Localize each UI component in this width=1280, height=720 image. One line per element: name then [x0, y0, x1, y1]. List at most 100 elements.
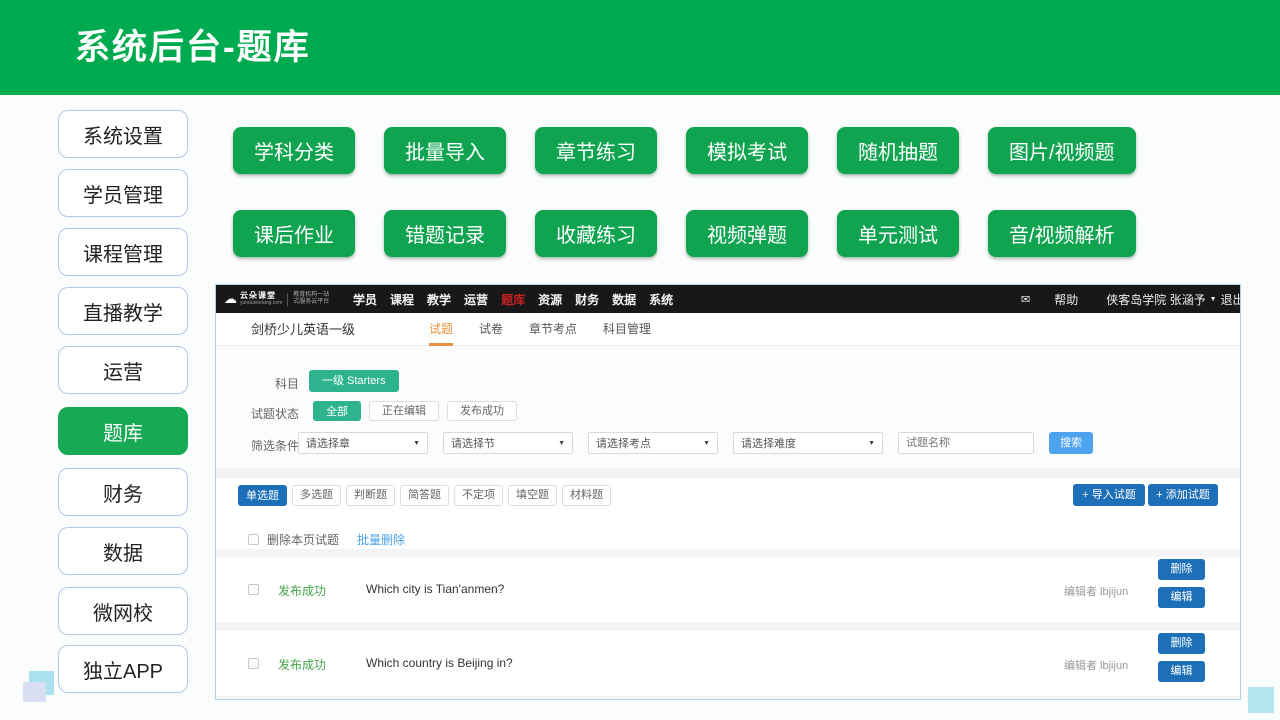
- app-subnav: 剑桥少儿英语一级 试题 试卷 章节考点 科目管理: [216, 313, 1240, 346]
- import-questions-button[interactable]: + 导入试题: [1073, 484, 1145, 506]
- feature-audio-video-analysis[interactable]: 音/视频解析: [988, 210, 1136, 257]
- editor-label: 编辑者 lbjijun: [1064, 583, 1128, 599]
- select-all-checkbox[interactable]: [248, 534, 259, 545]
- question-row: 发布成功 Which country is Beijing in? 编辑者 lb…: [216, 631, 1240, 696]
- tab-chapter-points[interactable]: 章节考点: [529, 313, 577, 346]
- app-logo[interactable]: ☁ 云朵课堂 yunduoketang.com 教育机构一站 式服务云平台: [224, 291, 329, 307]
- feature-batch-import[interactable]: 批量导入: [384, 127, 506, 174]
- subject-label: 科目: [229, 375, 299, 392]
- sidebar-item-student-management[interactable]: 学员管理: [58, 169, 188, 217]
- select-caret-icon: ▼: [868, 440, 875, 447]
- qtab-single-choice[interactable]: 单选题: [238, 485, 287, 506]
- delete-page-label: 删除本页试题: [267, 531, 339, 548]
- qtab-fill-blank[interactable]: 填空题: [508, 485, 557, 506]
- section-select[interactable]: 请选择节▼: [443, 432, 573, 454]
- page-title: 系统后台-题库: [75, 0, 311, 95]
- tab-questions[interactable]: 试题: [429, 313, 453, 346]
- question-list: 发布成功 Which city is Tian'anmen? 编辑者 lbjij…: [216, 549, 1240, 700]
- nav-item-courses[interactable]: 课程: [390, 291, 414, 308]
- status-option-all[interactable]: 全部: [313, 401, 361, 421]
- status-options: 全部 正在编辑 发布成功: [313, 401, 517, 421]
- sidebar-item-live-teaching[interactable]: 直播教学: [58, 287, 188, 335]
- subnav-tabs: 试题 试卷 章节考点 科目管理: [429, 313, 651, 346]
- sidebar-item-micro-school[interactable]: 微网校: [58, 587, 188, 635]
- question-text: Which country is Beijing in?: [366, 656, 513, 670]
- chevron-down-icon[interactable]: ▼: [1210, 296, 1217, 303]
- feature-random-draw[interactable]: 随机抽题: [837, 127, 959, 174]
- nav-item-question-bank[interactable]: 题库: [501, 291, 525, 308]
- logo-tagline-line1: 教育机构一站: [293, 292, 329, 300]
- status-badge: 发布成功: [278, 656, 326, 673]
- feature-image-video-question[interactable]: 图片/视频题: [988, 127, 1136, 174]
- edit-button[interactable]: 编辑: [1158, 661, 1205, 682]
- tab-papers[interactable]: 试卷: [479, 313, 503, 346]
- qtab-material[interactable]: 材料题: [562, 485, 611, 506]
- select-caret-icon: ▼: [558, 440, 565, 447]
- sidebar-item-finance[interactable]: 财务: [58, 468, 188, 516]
- delete-button[interactable]: 删除: [1158, 633, 1205, 654]
- exam-point-select[interactable]: 请选择考点▼: [588, 432, 718, 454]
- subject-value-pill[interactable]: 一级 Starters: [309, 370, 399, 392]
- sidebar-item-standalone-app[interactable]: 独立APP: [58, 645, 188, 693]
- qtab-multiple-choice[interactable]: 多选题: [292, 485, 341, 506]
- feature-row-1: 学科分类 批量导入 章节练习 模拟考试 随机抽题 图片/视频题: [233, 127, 1136, 174]
- question-name-input[interactable]: [898, 432, 1034, 454]
- chapter-select[interactable]: 请选择章▼: [298, 432, 428, 454]
- add-question-button[interactable]: + 添加试题: [1148, 484, 1218, 506]
- feature-chapter-practice[interactable]: 章节练习: [535, 127, 657, 174]
- sidebar-item-system-settings[interactable]: 系统设置: [58, 110, 188, 158]
- batch-delete-link[interactable]: 批量删除: [357, 531, 405, 548]
- nav-item-data[interactable]: 数据: [612, 291, 636, 308]
- logout-link[interactable]: 退出: [1221, 291, 1241, 308]
- tab-subject-management[interactable]: 科目管理: [603, 313, 651, 346]
- feature-video-popup-question[interactable]: 视频弹题: [686, 210, 808, 257]
- nav-item-students[interactable]: 学员: [353, 291, 377, 308]
- nav-item-operations[interactable]: 运营: [464, 291, 488, 308]
- sidebar-item-operations[interactable]: 运营: [58, 346, 188, 394]
- question-row: 发布成功 Which city is Tian'anmen? 编辑者 lbjij…: [216, 557, 1240, 622]
- feature-homework[interactable]: 课后作业: [233, 210, 355, 257]
- feature-wrong-question-record[interactable]: 错题记录: [384, 210, 506, 257]
- select-caret-icon: ▼: [413, 440, 420, 447]
- editor-label: 编辑者 lbjijun: [1064, 657, 1128, 673]
- status-label: 试题状态: [229, 405, 299, 422]
- mail-icon[interactable]: ✉: [1021, 293, 1030, 306]
- logo-tagline-line2: 式服务云平台: [293, 299, 329, 307]
- status-badge: 发布成功: [278, 582, 326, 599]
- qtab-short-answer[interactable]: 简答题: [400, 485, 449, 506]
- qtab-indefinite[interactable]: 不定项: [454, 485, 503, 506]
- question-type-tabs: 单选题 多选题 判断题 简答题 不定项 填空题 材料题: [238, 485, 611, 506]
- row-checkbox[interactable]: [248, 584, 259, 595]
- filter-section: 科目 一级 Starters 试题状态 全部 正在编辑 发布成功 筛选条件 请选…: [216, 346, 1240, 468]
- row-checkbox[interactable]: [248, 658, 259, 669]
- nav-item-resources[interactable]: 资源: [538, 291, 562, 308]
- logo-divider: [287, 293, 288, 306]
- difficulty-select[interactable]: 请选择难度▼: [733, 432, 883, 454]
- decor-square-lavender: [23, 682, 46, 702]
- course-name: 剑桥少儿英语一级: [251, 313, 355, 346]
- sidebar-item-data[interactable]: 数据: [58, 527, 188, 575]
- sidebar-item-question-bank[interactable]: 题库: [58, 407, 188, 455]
- search-button[interactable]: 搜索: [1049, 432, 1093, 454]
- account-name[interactable]: 侠客岛学院 张涵予: [1106, 291, 1205, 308]
- nav-item-system[interactable]: 系统: [649, 291, 673, 308]
- cloud-logo-icon: ☁: [224, 291, 237, 307]
- delete-button[interactable]: 删除: [1158, 559, 1205, 580]
- help-link[interactable]: 帮助: [1054, 291, 1078, 308]
- qtab-true-false[interactable]: 判断题: [346, 485, 395, 506]
- nav-item-finance[interactable]: 财务: [575, 291, 599, 308]
- feature-unit-test[interactable]: 单元测试: [837, 210, 959, 257]
- feature-subject-classification[interactable]: 学科分类: [233, 127, 355, 174]
- edit-button[interactable]: 编辑: [1158, 587, 1205, 608]
- delete-page-row: 删除本页试题 批量删除: [248, 531, 405, 548]
- app-main-nav: 学员 课程 教学 运营 题库 资源 财务 数据 系统: [353, 285, 673, 313]
- nav-item-teaching[interactable]: 教学: [427, 291, 451, 308]
- feature-row-2: 课后作业 错题记录 收藏练习 视频弹题 单元测试 音/视频解析: [233, 210, 1136, 257]
- status-option-published[interactable]: 发布成功: [447, 401, 517, 421]
- feature-mock-exam[interactable]: 模拟考试: [686, 127, 808, 174]
- sidebar-item-course-management[interactable]: 课程管理: [58, 228, 188, 276]
- topbar-right: ✉ 帮助 侠客岛学院 张涵予 ▼ 退出: [1021, 285, 1241, 313]
- status-option-editing[interactable]: 正在编辑: [369, 401, 439, 421]
- feature-favorite-practice[interactable]: 收藏练习: [535, 210, 657, 257]
- question-text: Which city is Tian'anmen?: [366, 582, 504, 596]
